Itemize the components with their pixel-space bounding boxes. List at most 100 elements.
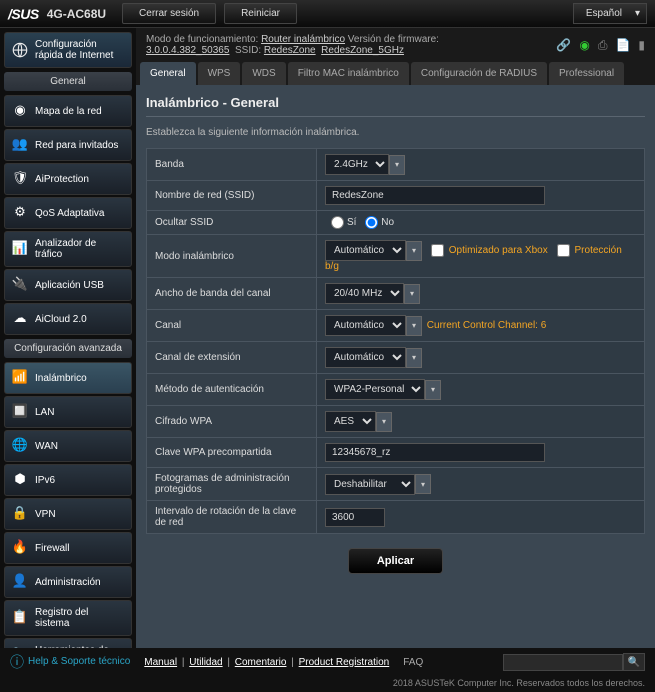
help-icon[interactable]: ⓘ xyxy=(10,652,24,672)
hide-yes-radio[interactable] xyxy=(331,216,344,229)
sidebar-label: Administración xyxy=(35,577,101,588)
sidebar-label: Analizador de tráfico xyxy=(35,238,125,260)
dropdown-icon[interactable]: ▾ xyxy=(415,474,431,494)
sidebar-item-2[interactable]: 🛡AiProtection xyxy=(4,163,132,195)
info-bar: Modo de funcionamiento: Router inalámbri… xyxy=(136,28,655,62)
apply-button[interactable]: Aplicar xyxy=(348,548,443,574)
menu-icon: 🔲 xyxy=(11,403,29,421)
doc-icon[interactable]: 📄 xyxy=(615,38,630,52)
firmware-link[interactable]: 3.0.0.4.382_50365 xyxy=(146,45,229,56)
dropdown-icon[interactable]: ▾ xyxy=(425,380,441,400)
sidebar-section-general: General xyxy=(4,72,132,91)
menu-icon: ⬢ xyxy=(11,471,29,489)
sidebar-item-5[interactable]: 🔌Aplicación USB xyxy=(4,269,132,301)
sidebar-item-0[interactable]: ◉Mapa de la red xyxy=(4,95,132,127)
pmf-select[interactable]: Deshabilitar xyxy=(325,474,415,495)
sidebar-adv-7[interactable]: 📋Registro del sistema xyxy=(4,600,132,636)
sidebar-section-advanced: Configuración avanzada xyxy=(4,339,132,358)
status-icons: 🔗 ◉ ⎙ 📄 ▮ xyxy=(556,34,645,56)
tab-3[interactable]: Filtro MAC inalámbrico xyxy=(288,62,409,85)
menu-icon: 🌐 xyxy=(11,437,29,455)
sidebar-label: Registro del sistema xyxy=(35,607,125,629)
bandwidth-select[interactable]: 20/40 MHz xyxy=(325,283,404,304)
channel-select[interactable]: Automático xyxy=(325,315,406,336)
footer-link-3[interactable]: Product Registration xyxy=(299,657,390,668)
menu-icon: 📶 xyxy=(11,369,29,387)
xbox-checkbox[interactable] xyxy=(431,244,444,257)
logout-button[interactable]: Cerrar sesión xyxy=(122,3,216,24)
psk-input[interactable] xyxy=(325,443,545,462)
sidebar-item-1[interactable]: 👥Red para invitados xyxy=(4,129,132,161)
brand-logo: /SUS xyxy=(8,6,39,22)
band-select[interactable]: 2.4GHz xyxy=(325,154,389,175)
footer: ⓘ Help & Soporte técnico Manual | Utilid… xyxy=(0,648,655,676)
dropdown-icon[interactable]: ▾ xyxy=(389,155,405,175)
ssid-input[interactable] xyxy=(325,186,545,205)
reboot-button[interactable]: Reiniciar xyxy=(224,3,297,24)
ext-channel-select[interactable]: Automático xyxy=(325,347,406,368)
search-input[interactable] xyxy=(503,654,623,671)
sidebar-adv-3[interactable]: ⬢ IPv6 xyxy=(4,464,132,496)
page-description: Establezca la siguiente información inal… xyxy=(146,127,645,138)
ssid2-link[interactable]: RedesZone_5GHz xyxy=(321,45,404,56)
sidebar-label: QoS Adaptativa xyxy=(35,208,105,219)
help-label[interactable]: Help & Soporte técnico xyxy=(28,657,130,667)
op-mode-link[interactable]: Router inalámbrico xyxy=(261,34,345,45)
dropdown-icon[interactable]: ▾ xyxy=(376,412,392,432)
tab-0[interactable]: General xyxy=(140,62,196,85)
ssid1-link[interactable]: RedesZone xyxy=(264,45,316,56)
sidebar-label: Configuración rápida de Internet xyxy=(35,39,125,61)
dropdown-icon[interactable]: ▾ xyxy=(406,316,422,336)
tab-4[interactable]: Configuración de RADIUS xyxy=(411,62,547,85)
menu-icon: 👥 xyxy=(11,136,29,154)
faq-link[interactable]: FAQ xyxy=(403,657,423,668)
usb-icon[interactable]: ⎙ xyxy=(598,38,608,53)
sidebar-item-6[interactable]: ☁AiCloud 2.0 xyxy=(4,303,132,335)
channel-note: Current Control Channel: 6 xyxy=(427,320,547,331)
wpa-select[interactable]: AES xyxy=(325,411,376,432)
tab-1[interactable]: WPS xyxy=(198,62,241,85)
link-icon[interactable]: 🔗 xyxy=(556,38,571,52)
sidebar-adv-5[interactable]: 🔥Firewall xyxy=(4,532,132,564)
copyright: 2018 ASUSTeK Computer Inc. Reservados to… xyxy=(0,676,655,692)
sidebar-adv-1[interactable]: 🔲LAN xyxy=(4,396,132,428)
menu-icon: ◉ xyxy=(11,102,29,120)
menu-icon: 🔒 xyxy=(11,505,29,523)
sidebar-label: Aplicación USB xyxy=(35,280,104,291)
sidebar: Configuración rápida de Internet General… xyxy=(0,28,136,648)
mode-select[interactable]: Automático xyxy=(325,240,406,261)
menu-icon: ⚙ xyxy=(11,204,29,222)
bg-checkbox[interactable] xyxy=(557,244,570,257)
sidebar-adv-6[interactable]: 👤 Administración xyxy=(4,566,132,598)
tab-2[interactable]: WDS xyxy=(242,62,285,85)
dropdown-icon[interactable]: ▾ xyxy=(404,284,420,304)
dropdown-icon[interactable]: ▾ xyxy=(406,348,422,368)
search-button[interactable]: 🔍 xyxy=(623,653,645,671)
sidebar-adv-0[interactable]: 📶 Inalámbrico xyxy=(4,362,132,394)
sidebar-label: IPv6 xyxy=(35,475,55,486)
footer-link-2[interactable]: Comentario xyxy=(235,657,287,668)
footer-link-1[interactable]: Utilidad xyxy=(189,657,222,668)
tab-5[interactable]: Professional xyxy=(549,62,624,85)
sidebar-quick-setup[interactable]: Configuración rápida de Internet xyxy=(4,32,132,68)
menu-icon: 🛡 xyxy=(11,170,29,188)
menu-icon: 👤 xyxy=(11,573,29,591)
sidebar-item-4[interactable]: 📊 Analizador de tráfico xyxy=(4,231,132,267)
signal-icon[interactable]: ▮ xyxy=(638,38,645,52)
dropdown-icon[interactable]: ▾ xyxy=(406,241,422,261)
auth-select[interactable]: WPA2-Personal xyxy=(325,379,425,400)
sidebar-adv-8[interactable]: 🔧Herramientas de red xyxy=(4,638,132,648)
top-bar: /SUS 4G-AC68U Cerrar sesión Reiniciar Es… xyxy=(0,0,655,28)
menu-icon: ☁ xyxy=(11,310,29,328)
sidebar-item-3[interactable]: ⚙ QoS Adaptativa xyxy=(4,197,132,229)
hide-no-radio[interactable] xyxy=(365,216,378,229)
rotation-input[interactable] xyxy=(325,508,385,527)
sidebar-label: Inalámbrico xyxy=(35,373,87,384)
sidebar-adv-4[interactable]: 🔒VPN xyxy=(4,498,132,530)
sidebar-label: Firewall xyxy=(35,543,69,554)
language-select[interactable]: Español xyxy=(573,3,647,24)
network-icon[interactable]: ◉ xyxy=(579,38,589,52)
footer-link-0[interactable]: Manual xyxy=(144,657,177,668)
menu-icon: 📊 xyxy=(11,240,29,258)
sidebar-adv-2[interactable]: 🌐WAN xyxy=(4,430,132,462)
